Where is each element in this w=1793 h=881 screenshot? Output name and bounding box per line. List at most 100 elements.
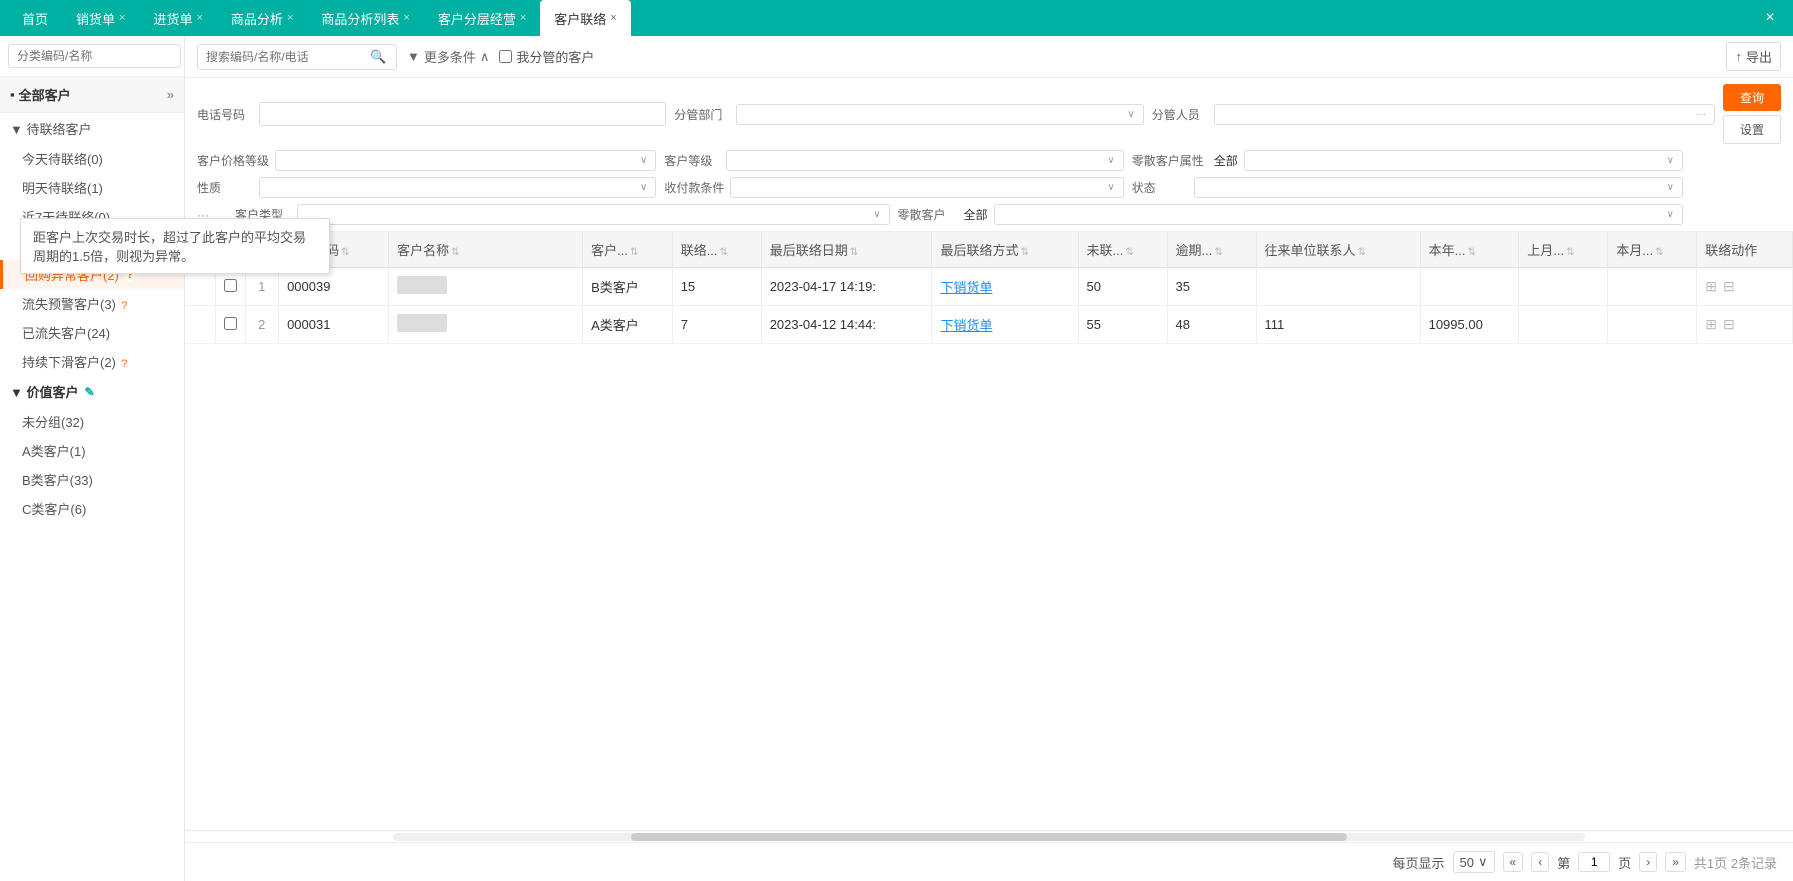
more-conditions-arrow: ∧ [480,49,490,65]
sidebar-value-group[interactable]: ▼ 价值客户 ✎ [0,376,184,407]
content-area: 🔍 ▼ 更多条件 ∧ 我分管的客户 ↑ 导出 电话号码 [185,36,1793,881]
sort-this-month-icon: ⇅ [1655,247,1663,258]
td-chk-2 [215,306,245,344]
filter-search-input[interactable] [206,50,366,64]
nav-home[interactable]: 首页 [8,0,62,36]
td-contact-1: 15 [672,268,761,306]
page-input[interactable] [1578,852,1610,872]
first-page-btn[interactable]: « [1503,852,1524,872]
nav-customer-tier-close[interactable]: × [520,12,526,24]
prev-page-btn[interactable]: ‹ [1531,852,1549,872]
contact-action-icon-1[interactable]: ⊞ [1705,278,1717,295]
nav-customer-contact-close[interactable]: × [610,12,616,24]
filter-select-cust-grade[interactable]: ∨ [726,150,1123,171]
sidebar-item-tomorrow[interactable]: 明天待联络(1) [0,173,184,202]
page-size-select[interactable]: 50 ∨ [1453,851,1495,873]
th-this-month[interactable]: 本月...⇅ [1608,232,1697,268]
sidebar-c-class-label: C类客户(6) [22,502,86,517]
sidebar-pending-group[interactable]: ▼ 待联络客户 [0,113,184,144]
th-last-method[interactable]: 最后联络方式⇅ [932,232,1078,268]
td-last-method-2: 下销货单 [932,306,1078,344]
nav-customer-contact[interactable]: 客户联络 × [540,0,630,36]
contact-action-icon-2[interactable]: ⊞ [1705,316,1717,333]
row-checkbox-2[interactable] [224,317,237,330]
nav-home-label: 首页 [22,9,48,28]
td-gear-2 [185,306,215,344]
nav-sales[interactable]: 销货单 × [62,0,139,36]
nav-product-analysis-close[interactable]: × [287,12,293,24]
nav-purchase-close[interactable]: × [196,12,202,24]
nav-product-list-close[interactable]: × [403,12,409,24]
per-page-arrow: ∨ [1478,854,1488,870]
detail-action-icon-2[interactable]: ⊟ [1723,316,1735,333]
sidebar-item-lost-warning[interactable]: 流失预警客户(3) ? [0,289,184,318]
filter-select-retail-attr[interactable]: ∨ [1244,150,1683,171]
more-conditions-btn[interactable]: ▼ 更多条件 ∧ [407,47,489,66]
filter-select-retail-cust[interactable]: ∨ [994,204,1683,225]
nav-product-list[interactable]: 商品分析列表 × [307,0,423,36]
export-button[interactable]: ↑ 导出 [1726,42,1781,71]
th-name[interactable]: 客户名称⇅ [389,232,583,268]
query-button[interactable]: 查询 [1723,84,1781,111]
sidebar-item-ungroup[interactable]: 未分组(32) [0,407,184,436]
sort-contact-person-icon: ⇅ [1358,247,1366,258]
td-actions-2: ⊞ ⊟ [1697,306,1793,344]
sidebar-item-c-class[interactable]: C类客户(6) [0,494,184,523]
row-checkbox-1[interactable] [224,279,237,292]
th-last-month[interactable]: 上月...⇅ [1519,232,1608,268]
sidebar-collapse-icon[interactable]: » [167,87,174,102]
nav-sales-close[interactable]: × [119,12,125,24]
action-icons-2: ⊞ ⊟ [1705,316,1784,333]
link-last-method-2[interactable]: 下销货单 [940,318,992,333]
filter-select-dept[interactable]: ∨ [736,104,1143,125]
sidebar-item-b-class[interactable]: B类客户(33) [0,465,184,494]
setting-button[interactable]: 设置 [1723,115,1781,144]
filter-select-manager[interactable]: ··· [1214,104,1715,125]
sidebar-item-a-class[interactable]: A类客户(1) [0,436,184,465]
nav-purchase[interactable]: 进货单 × [139,0,216,36]
filter-label-manager: 分管人员 [1152,106,1208,123]
sidebar-item-declining[interactable]: 持续下滑客户(2) ? [0,347,184,376]
th-uncontact[interactable]: 未联...⇅ [1078,232,1167,268]
last-page-btn[interactable]: » [1665,852,1686,872]
td-name-1 [389,268,583,306]
customer-table: ⚙ # 客户编码⇅ 客户名称⇅ 客户...⇅ 联络...⇅ 最后联络日期⇅ 最后… [185,232,1793,344]
table-container: ⚙ # 客户编码⇅ 客户名称⇅ 客户...⇅ 联络...⇅ 最后联络日期⇅ 最后… [185,232,1793,830]
th-type[interactable]: 客户...⇅ [583,232,673,268]
sidebar-value-edit-icon[interactable]: ✎ [84,385,94,399]
th-contact[interactable]: 联络...⇅ [672,232,761,268]
th-last-date[interactable]: 最后联络日期⇅ [761,232,932,268]
nav-product-analysis[interactable]: 商品分析 × [217,0,307,36]
td-code-2: 000031 [279,306,389,344]
th-overdue[interactable]: 逾期...⇅ [1167,232,1256,268]
filter-select-status[interactable]: ∨ [1194,177,1683,198]
my-customers-checkbox[interactable] [499,50,512,63]
filter-row-4: ··· 客户类型 ∨ 零散客户 全部 ∨ [197,204,1781,225]
next-page-btn[interactable]: › [1639,852,1657,872]
window-close-button[interactable]: × [1755,3,1785,33]
filter-select-cust-type[interactable]: ∨ [297,204,890,225]
sidebar-value-label: ▼ 价值客户 [10,382,78,401]
nav-customer-tier[interactable]: 客户分层经营 × [424,0,540,36]
filter-row-1: 电话号码 分管部门 ∨ 分管人员 ··· 查询 设置 [197,84,1781,144]
sidebar-item-today[interactable]: 今天待联络(0) [0,144,184,173]
export-label: 导出 [1746,47,1772,66]
filter-input-phone[interactable] [259,102,666,126]
link-last-method-1[interactable]: 下销货单 [940,280,992,295]
horizontal-scrollbar-thumb[interactable] [631,833,1346,841]
sidebar-search-input[interactable] [8,44,181,68]
filter-select-price-grade[interactable]: ∨ [275,150,656,171]
horizontal-scrollbar[interactable] [393,833,1585,841]
tooltip-box: 距客户上次交易时长，超过了此客户的平均交易周期的1.5倍，则视为异常。 [20,218,330,274]
filter-select-payment[interactable]: ∨ [730,177,1123,198]
th-year[interactable]: 本年...⇅ [1420,232,1519,268]
sidebar-all-customers[interactable]: ▪ 全部客户 » [0,77,184,113]
detail-action-icon-1[interactable]: ⊟ [1723,278,1735,295]
td-this-month-2 [1608,306,1697,344]
filter-search-icon[interactable]: 🔍 [370,49,386,65]
sidebar-item-lost[interactable]: 已流失客户(24) [0,318,184,347]
td-year-1 [1420,268,1519,306]
th-contact-person[interactable]: 往来单位联系人⇅ [1256,232,1420,268]
filter-select-nature[interactable]: ∨ [259,177,656,198]
th-actions: 联络动作 [1697,232,1793,268]
